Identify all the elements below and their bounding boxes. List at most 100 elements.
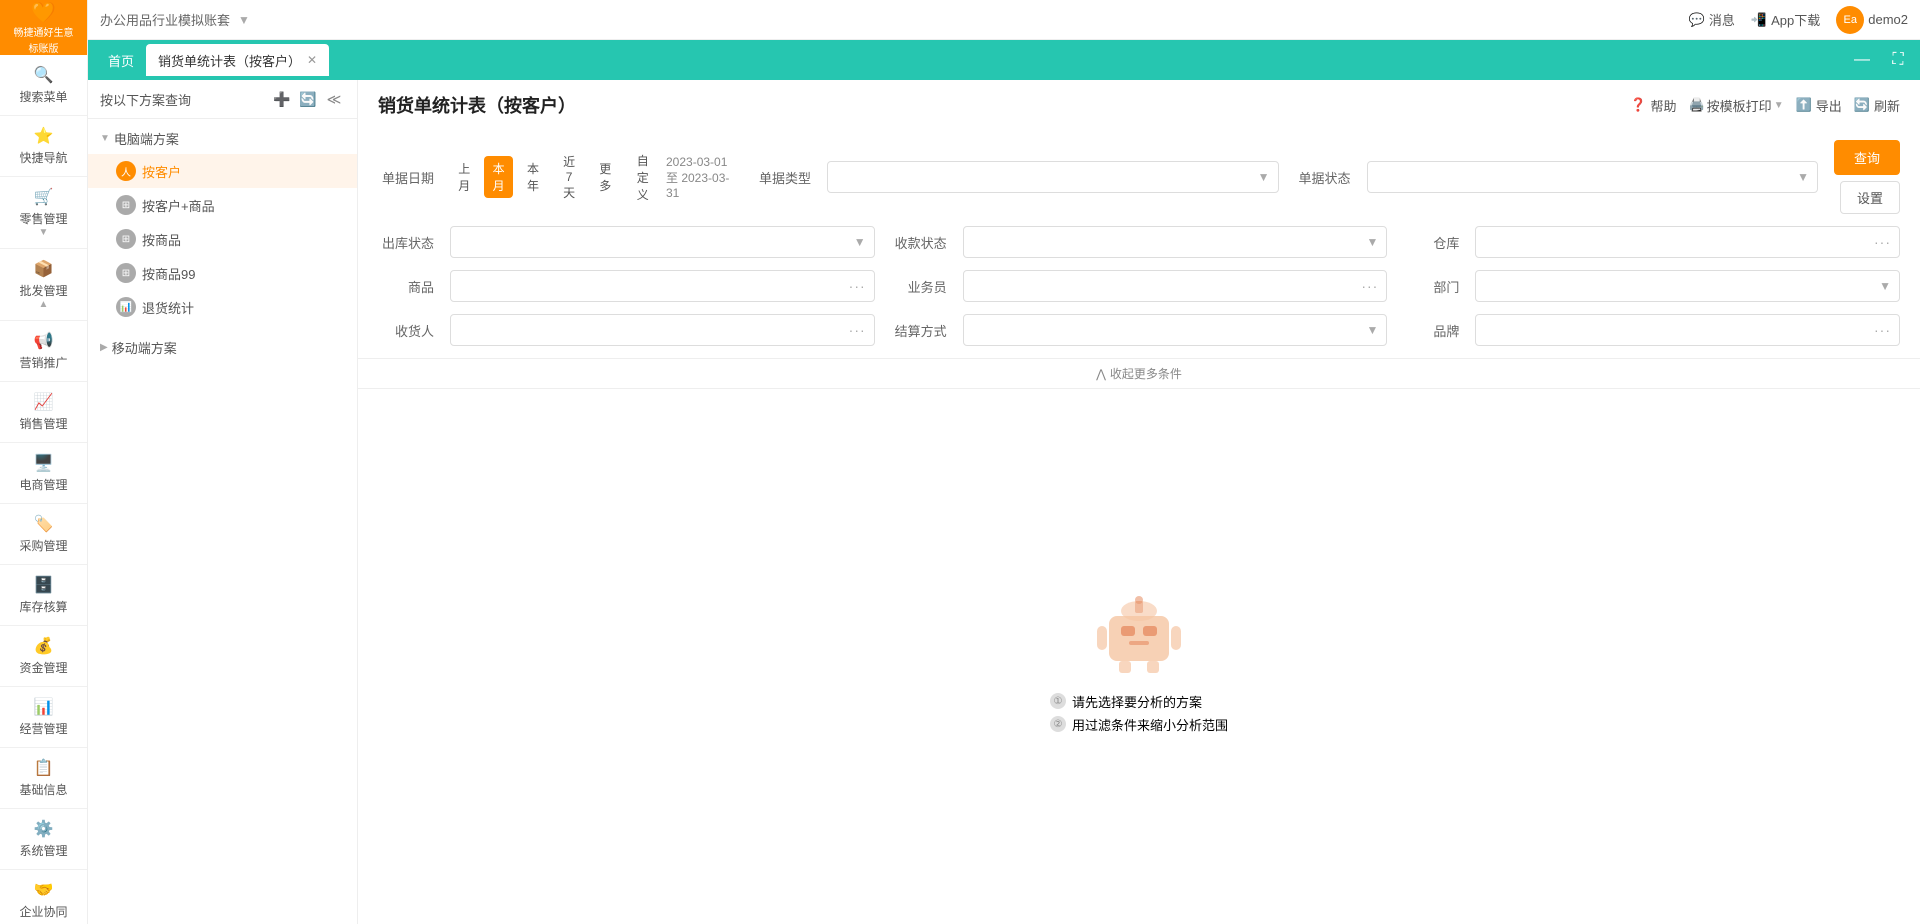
scheme-item-return-stats-label: 退货统计 (142, 298, 194, 317)
warehouse-control[interactable]: ··· (1475, 226, 1900, 258)
scheme-item-goods99[interactable]: ⊞ 按商品99 (88, 256, 357, 290)
tab-sales-stats[interactable]: 销货单统计表（按客户） ✕ (146, 44, 329, 76)
scheme-item-by-goods-label: 按商品 (142, 230, 181, 249)
sidebar-item-purchase[interactable]: 🏷️ 采购管理 (0, 504, 87, 565)
settlement-control[interactable]: ▼ (963, 314, 1388, 346)
workspace-dropdown-arrow[interactable]: ▼ (238, 13, 250, 27)
sidebar-item-system-label: 系统管理 (19, 842, 67, 859)
date-btn-last-month[interactable]: 上月 (450, 156, 478, 198)
marketing-icon: 📢 (34, 331, 54, 351)
date-btn-7days[interactable]: 近7天 (553, 149, 585, 205)
date-btn-custom[interactable]: 自定义 (625, 148, 660, 207)
collect-status-label: 收款状态 (891, 233, 947, 252)
tab-home[interactable]: 首页 (96, 44, 146, 76)
scheme-item-return-stats[interactable]: 📊 退货统计 (88, 290, 357, 324)
scheme-item-by-goods[interactable]: ⊞ 按商品 (88, 222, 357, 256)
sidebar-item-quicknav[interactable]: ⭐ 快捷导航 (0, 116, 87, 177)
date-btn-this-year[interactable]: 本年 (519, 156, 547, 198)
brand-control[interactable]: ··· (1475, 314, 1900, 346)
mobile-scheme-group-title[interactable]: ▶ 移动端方案 (88, 332, 357, 363)
order-type-control[interactable]: ▼ (827, 161, 1279, 193)
date-label: 单据日期 (378, 168, 434, 187)
sidebar-item-ecommerce[interactable]: 🖥️ 电商管理 (0, 443, 87, 504)
sidebar-item-enterprise[interactable]: 🤝 企业协同 (0, 870, 87, 924)
order-type-arrow: ▼ (1258, 170, 1270, 184)
help-icon: ❓ (1630, 97, 1646, 113)
refresh-scheme-btn[interactable]: 🔄 (297, 88, 319, 110)
tab-maximize-btn[interactable]: ⛶ (1884, 46, 1912, 74)
hint-num-1: ① (1050, 693, 1066, 709)
filter-row-4: 收货人 ··· 结算方式 ▼ 品牌 ··· (378, 314, 1900, 346)
filter-row-2: 出库状态 ▼ 收款状态 ▼ 仓库 ··· (378, 226, 1900, 258)
secondary-sidebar-header: 按以下方案查询 ➕ 🔄 ≪ (88, 80, 357, 119)
sidebar-item-finance[interactable]: 💰 资金管理 (0, 626, 87, 687)
sidebar-item-search[interactable]: 🔍 搜索菜单 (0, 55, 87, 116)
finance-icon: 💰 (34, 636, 54, 656)
add-scheme-btn[interactable]: ➕ (271, 88, 293, 110)
tab-minimize-btn[interactable]: — (1848, 46, 1876, 74)
date-btn-this-month[interactable]: 本月 (484, 156, 512, 198)
collect-status-control[interactable]: ▼ (963, 226, 1388, 258)
header-actions: ❓ 帮助 🖨️ 按模板打印 ▼ ⬆️ 导出 � (1630, 96, 1900, 115)
order-status-control[interactable]: ▼ (1367, 161, 1819, 193)
out-status-control[interactable]: ▼ (450, 226, 875, 258)
receiver-control[interactable]: ··· (450, 314, 875, 346)
sidebar-item-retail[interactable]: 🛒 零售管理 ▼ (0, 177, 87, 249)
system-icon: ⚙️ (34, 819, 54, 839)
sidebar-item-enterprise-label: 企业协同 (19, 903, 67, 920)
salesman-dots: ··· (1361, 278, 1378, 294)
sidebar-item-sales-label: 销售管理 (19, 415, 67, 432)
retail-icon: 🛒 (34, 187, 54, 207)
department-control[interactable]: ▼ (1475, 270, 1900, 302)
sidebar-item-operations-label: 经营管理 (19, 720, 67, 737)
filter-row-3: 商品 ··· 业务员 ··· 部门 ▼ (378, 270, 1900, 302)
app-logo[interactable]: 🧡 畅捷通好生意 标账版 (0, 0, 88, 55)
collapse-bar[interactable]: ⋀ 收起更多条件 (358, 359, 1920, 389)
settings-button[interactable]: 设置 (1840, 181, 1900, 214)
salesman-control[interactable]: ··· (963, 270, 1388, 302)
sidebar-item-basic[interactable]: 📋 基础信息 (0, 748, 87, 809)
out-status-label: 出库状态 (378, 233, 434, 252)
sidebar-item-operations[interactable]: 📊 经营管理 (0, 687, 87, 748)
page-header: 销货单统计表（按客户） ❓ 帮助 🖨️ 按模板打印 ▼ ⬆️ (358, 80, 1920, 128)
sidebar-item-wholesale-label: 批发管理 (19, 282, 67, 299)
date-btn-more[interactable]: 更多 (591, 156, 619, 198)
scheme-item-by-customer[interactable]: 人 按客户 (88, 154, 357, 188)
by-goods-icon: ⊞ (116, 229, 136, 249)
date-filter-group: 上月 本月 本年 近7天 更多 自定义 2023-03-01 至 2023-03… (450, 148, 739, 207)
sidebar-item-retail-label: 零售管理 (19, 210, 67, 227)
search-icon: 🔍 (34, 65, 54, 85)
collapse-sidebar-btn[interactable]: ≪ (323, 88, 345, 110)
settlement-label: 结算方式 (891, 321, 947, 340)
main-panel: 销货单统计表（按客户） ❓ 帮助 🖨️ 按模板打印 ▼ ⬆️ (358, 80, 1920, 924)
query-button[interactable]: 查询 (1834, 140, 1900, 175)
template-print-btn[interactable]: 🖨️ 按模板打印 ▼ (1688, 96, 1783, 115)
logo-line2: 标账版 (29, 40, 59, 55)
help-label: 帮助 (1650, 96, 1676, 115)
sales-icon: 📈 (34, 392, 54, 412)
wholesale-expand-icon: ▲ (39, 299, 49, 310)
sidebar-item-system[interactable]: ⚙️ 系统管理 (0, 809, 87, 870)
help-btn[interactable]: ❓ 帮助 (1630, 96, 1676, 115)
app-download-label: App下载 (1771, 10, 1820, 29)
sidebar-item-sales[interactable]: 📈 销售管理 (0, 382, 87, 443)
logo-icon: 🧡 (31, 0, 56, 25)
top-bar: 办公用品行业模拟账套 ▼ 💬 消息 📲 App下载 Ea demo2 (88, 0, 1920, 40)
sidebar-item-marketing-label: 营销推广 (19, 354, 67, 371)
refresh-btn[interactable]: 🔄 刷新 (1854, 96, 1900, 115)
app-download-btn[interactable]: 📲 App下载 (1751, 10, 1820, 29)
goods99-icon: ⊞ (116, 263, 136, 283)
goods-control[interactable]: ··· (450, 270, 875, 302)
sidebar-item-wholesale[interactable]: 📦 批发管理 ▲ (0, 249, 87, 321)
export-btn[interactable]: ⬆️ 导出 (1796, 96, 1842, 115)
message-btn[interactable]: 💬 消息 (1689, 10, 1735, 29)
desktop-group-arrow: ▼ (100, 133, 110, 144)
customer-goods-icon: ⊞ (116, 195, 136, 215)
sidebar-item-marketing[interactable]: 📢 营销推广 (0, 321, 87, 382)
user-menu[interactable]: Ea demo2 (1836, 6, 1908, 34)
desktop-scheme-group-title[interactable]: ▼ 电脑端方案 (88, 123, 357, 154)
sidebar-item-inventory[interactable]: 🗄️ 库存核算 (0, 565, 87, 626)
department-label: 部门 (1403, 277, 1459, 296)
scheme-item-customer-goods[interactable]: ⊞ 按客户+商品 (88, 188, 357, 222)
tab-close-btn[interactable]: ✕ (307, 53, 317, 67)
